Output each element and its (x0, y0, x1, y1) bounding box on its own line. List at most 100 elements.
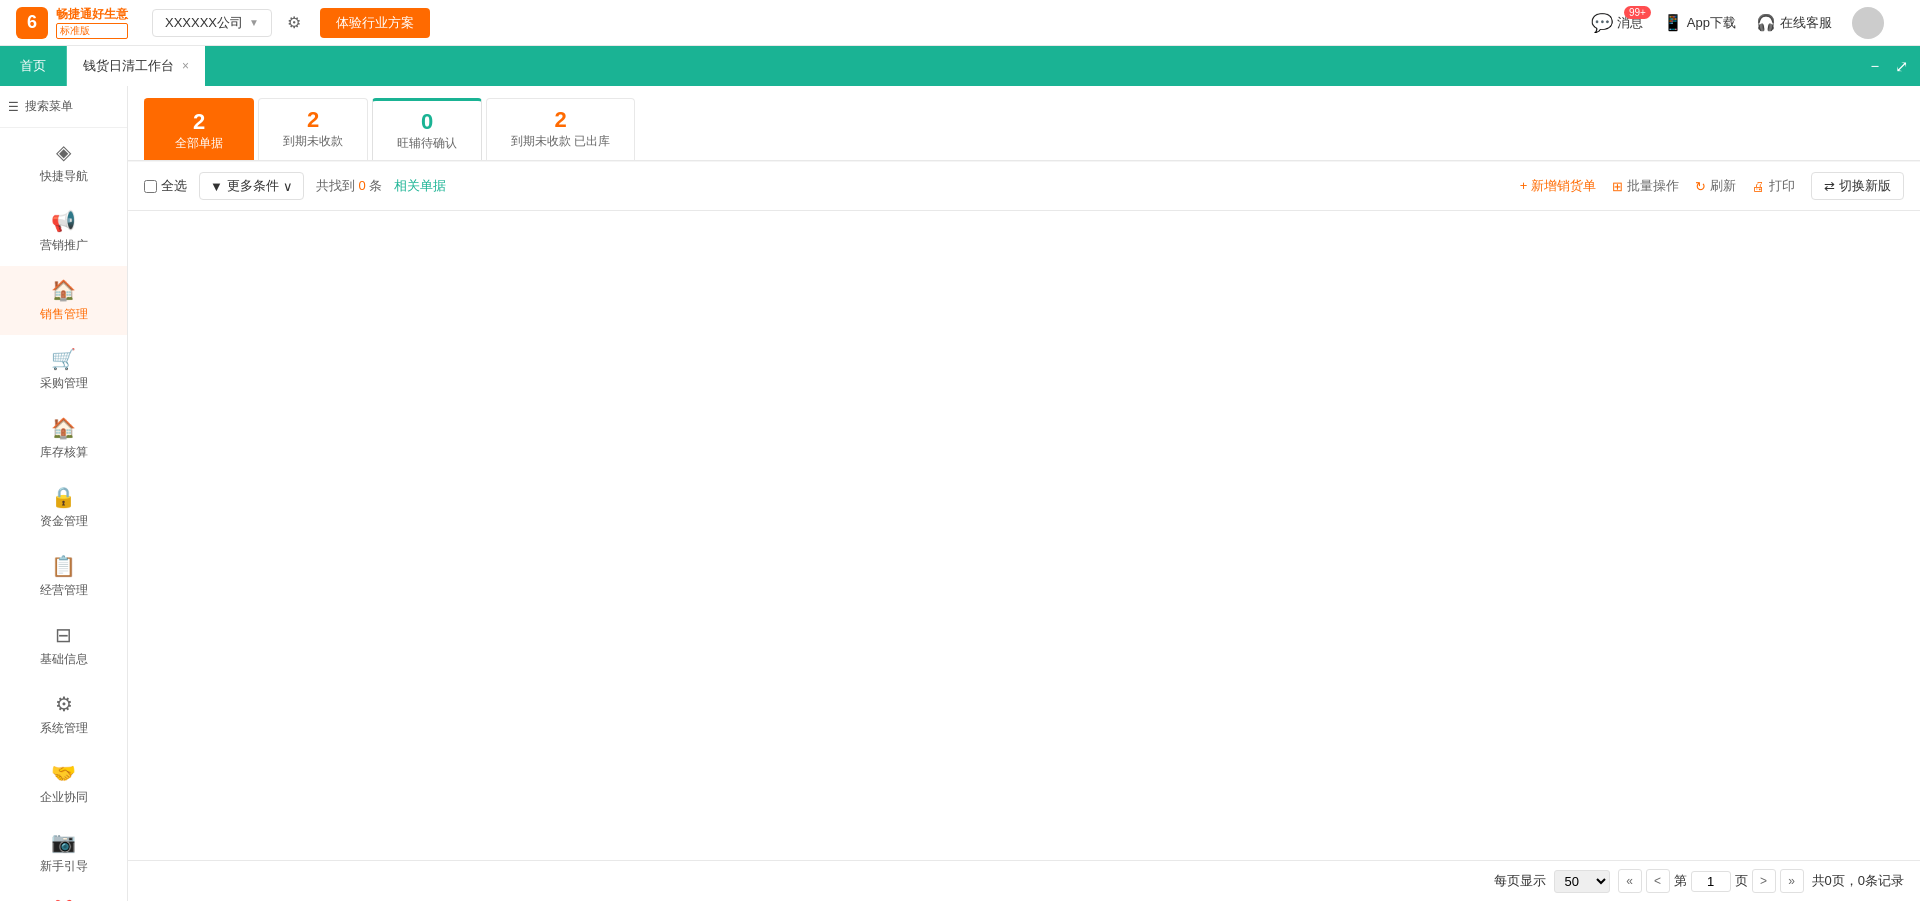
switch-icon: ⇄ (1824, 179, 1835, 194)
sidebar-item-app-center[interactable]: 🎁 应用中心 (0, 887, 127, 901)
stat-number-all: 2 (193, 109, 205, 135)
pagination: 每页显示 50 100 « < 第 页 > » 共0页，0条记录 (128, 860, 1920, 901)
switch-btn[interactable]: ⇄ 切换新版 (1811, 172, 1904, 200)
stat-number-wangfu: 0 (421, 109, 433, 135)
stat-number-shipped: 2 (555, 107, 567, 133)
search-menu-icon: ☰ (8, 100, 19, 114)
sidebar-item-funds[interactable]: 🔒 资金管理 (0, 473, 127, 542)
stat-tab-shipped[interactable]: 2 到期未收款 已出库 (486, 98, 635, 160)
filter-btn[interactable]: ▼ 更多条件 ∨ (199, 172, 304, 200)
stat-label-wangfu: 旺辅待确认 (397, 135, 457, 152)
stat-tab-wangfu[interactable]: 0 旺辅待确认 (372, 98, 482, 160)
sidebar-item-label: 系统管理 (40, 720, 88, 737)
tab-bar-right: － ⤢ (1867, 56, 1920, 77)
per-page-select[interactable]: 50 100 (1554, 870, 1610, 893)
app-download[interactable]: 📱 App下载 (1663, 13, 1736, 32)
user-avatar[interactable] (1852, 7, 1884, 39)
online-service-icon: 🎧 (1756, 13, 1776, 32)
guide-icon: 📷 (51, 830, 76, 854)
refresh-icon: ↻ (1695, 179, 1706, 194)
sidebar-item-label: 基础信息 (40, 651, 88, 668)
sidebar-item-shortcuts[interactable]: ◈ 快捷导航 (0, 128, 127, 197)
tab-active[interactable]: 钱货日清工作台 × (67, 46, 205, 86)
stat-label-shipped: 到期未收款 已出库 (511, 133, 610, 150)
batch-icon: ⊞ (1612, 179, 1623, 194)
print-icon: 🖨 (1752, 179, 1765, 194)
stats-tabs: 2 全部单据 2 到期未收款 0 旺辅待确认 2 到期未收款 已出库 (128, 86, 1920, 161)
notification-badge: 99+ (1624, 6, 1651, 19)
sidebar-item-basic[interactable]: ⊟ 基础信息 (0, 611, 127, 680)
table-area (128, 211, 1920, 860)
sidebar-item-label: 销售管理 (40, 306, 88, 323)
purchase-icon: 🛒 (51, 347, 76, 371)
company-dropdown-arrow: ▼ (249, 17, 259, 28)
stat-tab-overdue[interactable]: 2 到期未收款 (258, 98, 368, 160)
toolbar-right: + 新增销货单 ⊞ 批量操作 ↻ 刷新 🖨 打印 ⇄ 切换新版 (1520, 172, 1904, 200)
enterprise-icon: 🤝 (51, 761, 76, 785)
sidebar-item-enterprise[interactable]: 🤝 企业协同 (0, 749, 127, 818)
stat-label-overdue: 到期未收款 (283, 133, 343, 150)
refresh-btn[interactable]: ↻ 刷新 (1695, 177, 1736, 195)
print-btn[interactable]: 🖨 打印 (1752, 177, 1795, 195)
page-input[interactable] (1691, 871, 1731, 892)
sidebar-item-label: 企业协同 (40, 789, 88, 806)
company-selector[interactable]: XXXXXX公司 ▼ (152, 9, 272, 37)
sales-icon: 🏠 (51, 278, 76, 302)
sidebar-search-menu[interactable]: ☰ 搜索菜单 (0, 86, 127, 128)
app-download-icon: 📱 (1663, 13, 1683, 32)
sidebar-item-operation[interactable]: 📋 经营管理 (0, 542, 127, 611)
logo-icon: 6 (16, 7, 48, 39)
experience-btn[interactable]: 体验行业方案 (320, 8, 430, 38)
batch-btn[interactable]: ⊞ 批量操作 (1612, 177, 1679, 195)
sidebar: ☰ 搜索菜单 ◈ 快捷导航 📢 营销推广 🏠 销售管理 🛒 采购管理 🏠 库存核… (0, 86, 128, 901)
found-link[interactable]: 相关单据 (394, 177, 446, 195)
sidebar-item-label: 营销推广 (40, 237, 88, 254)
select-all-checkbox[interactable]: 全选 (144, 177, 187, 195)
sidebar-item-marketing[interactable]: 📢 营销推广 (0, 197, 127, 266)
notification-area[interactable]: 💬 消息 99+ (1591, 12, 1643, 34)
sidebar-item-purchase[interactable]: 🛒 采购管理 (0, 335, 127, 404)
page-next-btn[interactable]: > (1752, 869, 1776, 893)
stat-number-overdue: 2 (307, 107, 319, 133)
sidebar-item-system[interactable]: ⚙ 系统管理 (0, 680, 127, 749)
sidebar-item-label: 经营管理 (40, 582, 88, 599)
tab-close-icon[interactable]: × (182, 59, 189, 73)
marketing-icon: 📢 (51, 209, 76, 233)
tab-home[interactable]: 首页 (0, 46, 67, 86)
sidebar-item-inventory[interactable]: 🏠 库存核算 (0, 404, 127, 473)
logo-text: 畅捷通好生意 标准版 (56, 6, 128, 39)
page-prev-btn[interactable]: < (1646, 869, 1670, 893)
settings-icon[interactable]: ⚙ (280, 9, 308, 37)
inventory-icon: 🏠 (51, 416, 76, 440)
sidebar-item-label: 资金管理 (40, 513, 88, 530)
select-all-input[interactable] (144, 180, 157, 193)
funds-icon: 🔒 (51, 485, 76, 509)
top-header: 6 畅捷通好生意 标准版 XXXXXX公司 ▼ ⚙ 体验行业方案 💬 消息 99… (0, 0, 1920, 46)
basic-icon: ⊟ (55, 623, 72, 647)
page-nav: « < 第 页 > » (1618, 869, 1804, 893)
sidebar-item-sales[interactable]: 🏠 销售管理 (0, 266, 127, 335)
shortcuts-icon: ◈ (56, 140, 71, 164)
header-right: 💬 消息 99+ 📱 App下载 🎧 在线客服 (1591, 7, 1904, 39)
tab-minimize-icon[interactable]: － (1867, 56, 1883, 77)
logo-area: 6 畅捷通好生意 标准版 (16, 6, 144, 39)
system-icon: ⚙ (55, 692, 73, 716)
per-page-label: 每页显示 (1494, 872, 1546, 890)
main-layout: ☰ 搜索菜单 ◈ 快捷导航 📢 营销推广 🏠 销售管理 🛒 采购管理 🏠 库存核… (0, 86, 1920, 901)
online-service[interactable]: 🎧 在线客服 (1756, 13, 1832, 32)
add-btn[interactable]: + 新增销货单 (1520, 177, 1596, 195)
tab-bar: 首页 钱货日清工作台 × － ⤢ (0, 46, 1920, 86)
operation-icon: 📋 (51, 554, 76, 578)
sidebar-item-label: 新手引导 (40, 858, 88, 875)
page-first-btn[interactable]: « (1618, 869, 1642, 893)
found-count: 共找到 0 条 (316, 177, 382, 195)
content-area: 2 全部单据 2 到期未收款 0 旺辅待确认 2 到期未收款 已出库 全选 (128, 86, 1920, 901)
sidebar-item-label: 库存核算 (40, 444, 88, 461)
filter-icon: ▼ (210, 179, 223, 194)
sidebar-item-guide[interactable]: 📷 新手引导 (0, 818, 127, 887)
stat-tab-all[interactable]: 2 全部单据 (144, 98, 254, 160)
tab-expand-icon[interactable]: ⤢ (1895, 57, 1908, 76)
notification-icon: 💬 (1591, 12, 1613, 34)
total-label: 共0页，0条记录 (1812, 872, 1904, 890)
page-last-btn[interactable]: » (1780, 869, 1804, 893)
